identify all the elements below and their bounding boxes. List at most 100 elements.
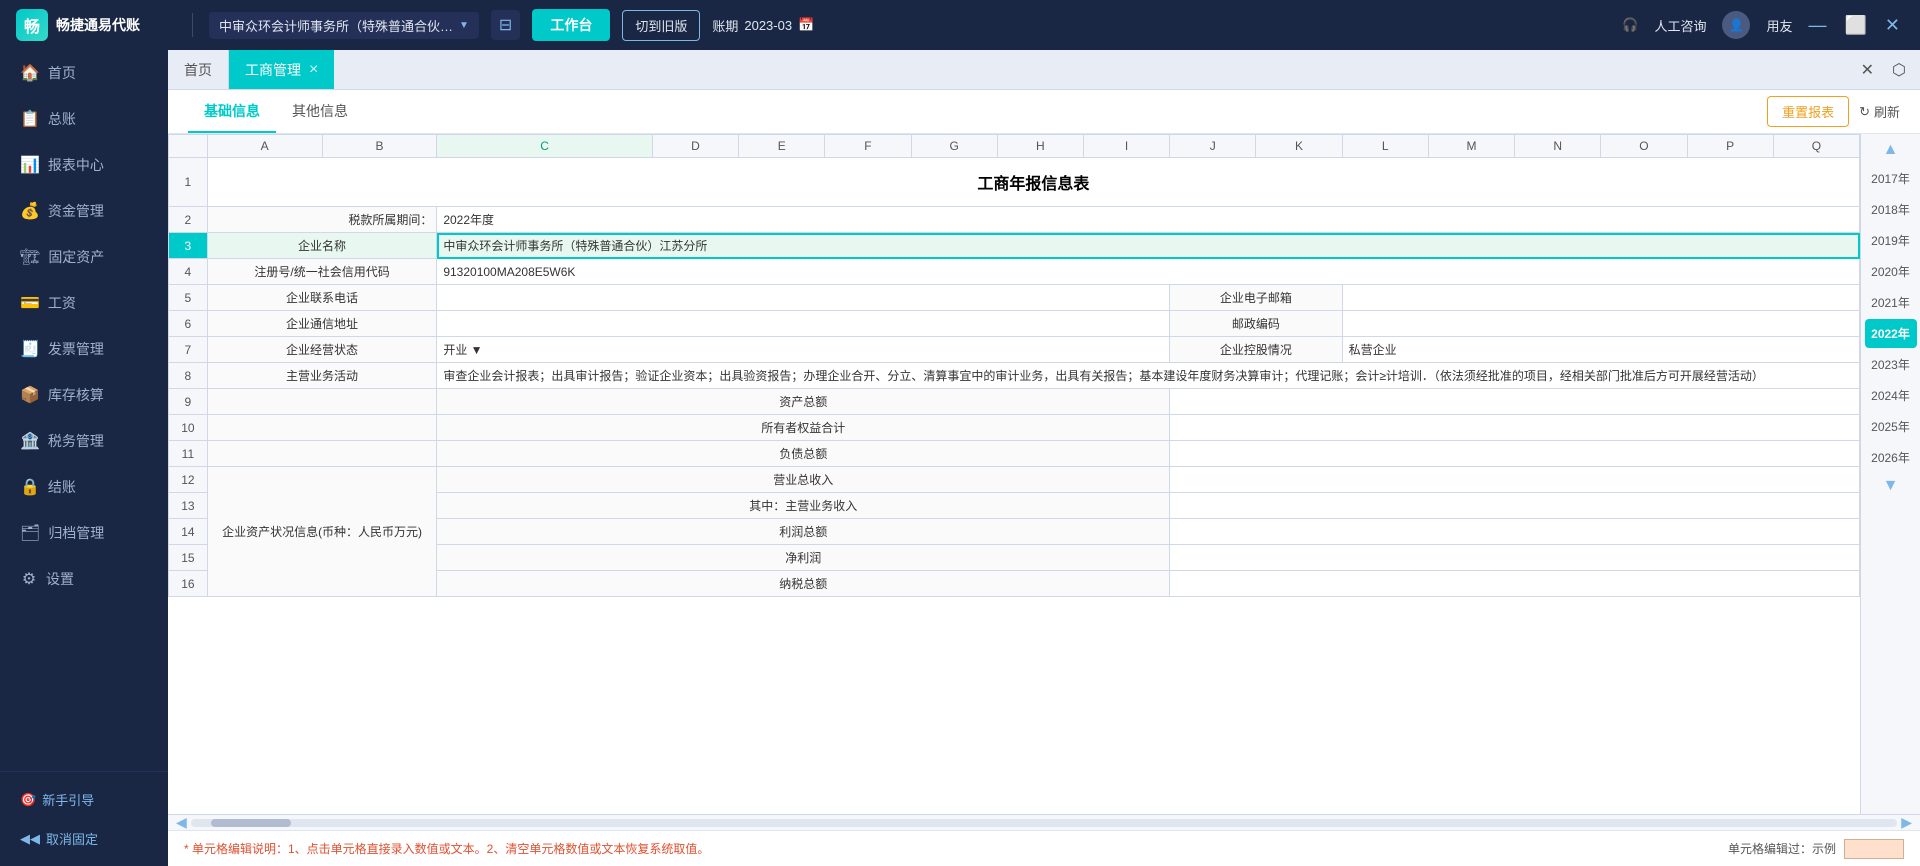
- sidebar-item-wages[interactable]: 💳 工资: [0, 280, 168, 326]
- year-2019[interactable]: 2019年: [1865, 226, 1917, 255]
- col-p[interactable]: P: [1687, 135, 1773, 158]
- row4-value[interactable]: 91320100MA208E5W6K: [437, 259, 1860, 285]
- tab-close-icon[interactable]: ×: [309, 61, 318, 79]
- workbench-button[interactable]: 工作台: [532, 9, 610, 41]
- horizontal-scrollbar[interactable]: ◀ ▶: [168, 814, 1920, 830]
- sidebar-label-tax: 税务管理: [48, 431, 104, 451]
- sidebar-item-tax[interactable]: 🏦 税务管理: [0, 418, 168, 464]
- fixed-icon: 🏗: [20, 247, 40, 267]
- year-2026[interactable]: 2026年: [1865, 443, 1917, 472]
- row13-value[interactable]: [1170, 493, 1860, 519]
- row2-value[interactable]: 2022年度: [437, 207, 1860, 233]
- year-up-icon[interactable]: ▲: [1865, 138, 1917, 162]
- year-2025[interactable]: 2025年: [1865, 412, 1917, 441]
- sidebar-item-settings[interactable]: ⚙ 设置: [0, 556, 168, 602]
- reset-report-button[interactable]: 重置报表: [1767, 96, 1849, 127]
- corner-cell: [169, 135, 208, 158]
- col-q[interactable]: Q: [1773, 135, 1859, 158]
- sidebar-item-inventory[interactable]: 📦 库存核算: [0, 372, 168, 418]
- oldver-button[interactable]: 切到旧版: [622, 10, 700, 41]
- sidebar-item-fixed[interactable]: 🏗 固定资产: [0, 234, 168, 280]
- consult-label[interactable]: 人工咨询: [1654, 16, 1706, 35]
- tab-home[interactable]: 首页: [168, 50, 229, 89]
- row3-value[interactable]: 中审众环会计师事务所（特殊普通合伙）江苏分所: [437, 233, 1860, 259]
- separator: [192, 13, 193, 37]
- sidebar-item-reports[interactable]: 📊 报表中心: [0, 142, 168, 188]
- pane-expand-icon[interactable]: ⬡: [1888, 60, 1910, 80]
- col-d[interactable]: D: [652, 135, 738, 158]
- row6-address[interactable]: [437, 311, 1170, 337]
- year-2024[interactable]: 2024年: [1865, 381, 1917, 410]
- row7-status[interactable]: 开业 ▼: [437, 337, 1170, 363]
- tab-industrial[interactable]: 工商管理 ×: [229, 50, 334, 89]
- row10-sub: 所有者权益合计: [437, 415, 1170, 441]
- year-2017[interactable]: 2017年: [1865, 164, 1917, 193]
- row12-value[interactable]: [1170, 467, 1860, 493]
- col-n[interactable]: N: [1515, 135, 1601, 158]
- pane-close-icon[interactable]: ✕: [1857, 60, 1878, 80]
- scroll-left-icon[interactable]: ◀: [172, 814, 191, 831]
- tab-other-info[interactable]: 其他信息: [276, 91, 364, 133]
- row7-ctrl-value[interactable]: 私营企业: [1342, 337, 1859, 363]
- row5-email-value[interactable]: [1342, 285, 1859, 311]
- row5-phone[interactable]: [437, 285, 1170, 311]
- year-2021[interactable]: 2021年: [1865, 288, 1917, 317]
- user-label: 用友: [1766, 16, 1792, 35]
- maximize-icon[interactable]: ⬜: [1840, 15, 1870, 36]
- year-2023[interactable]: 2023年: [1865, 350, 1917, 379]
- copy-button[interactable]: ⊟: [491, 10, 520, 40]
- row8-value[interactable]: 审查企业会计报表；出具审计报告；验证企业资本；出具验资报告；办理企业合开、分立、…: [437, 363, 1860, 389]
- row16-value[interactable]: [1170, 571, 1860, 597]
- year-2020[interactable]: 2020年: [1865, 257, 1917, 286]
- scroll-thumb[interactable]: [211, 819, 291, 827]
- sidebar-item-fund[interactable]: 💰 资金管理: [0, 188, 168, 234]
- col-i[interactable]: I: [1083, 135, 1169, 158]
- col-j[interactable]: J: [1170, 135, 1256, 158]
- row10-value[interactable]: [1170, 415, 1860, 441]
- tab-basic-info[interactable]: 基础信息: [188, 91, 276, 133]
- sidebar-item-invoice[interactable]: 🧾 发票管理: [0, 326, 168, 372]
- company-selector[interactable]: 中审众环会计师事务所（特殊普通合伙… ▼: [209, 12, 479, 39]
- col-k[interactable]: K: [1256, 135, 1342, 158]
- active-tab-label: 工商管理: [245, 60, 301, 80]
- col-c[interactable]: C: [437, 135, 653, 158]
- col-m[interactable]: M: [1428, 135, 1514, 158]
- row14-value[interactable]: [1170, 519, 1860, 545]
- year-down-icon[interactable]: ▼: [1865, 474, 1917, 498]
- period-area: 账期 2023-03 📅: [712, 16, 814, 35]
- row13-sub: 其中：主营业务收入: [437, 493, 1170, 519]
- calendar-icon[interactable]: 📅: [798, 17, 814, 33]
- logo-text: 畅捷通易代账: [56, 15, 140, 35]
- col-b[interactable]: B: [322, 135, 437, 158]
- minimize-icon[interactable]: —: [1804, 15, 1830, 36]
- row-num-4: 4: [169, 259, 208, 285]
- gear-icon: ⚙: [20, 569, 38, 589]
- row6-zip-value[interactable]: [1342, 311, 1859, 337]
- col-e[interactable]: E: [739, 135, 825, 158]
- spreadsheet-main[interactable]: A B C D E F G H I J K L: [168, 134, 1860, 814]
- close-icon[interactable]: ✕: [1881, 15, 1904, 36]
- sidebar-item-close[interactable]: 🔒 结账: [0, 464, 168, 510]
- col-o[interactable]: O: [1601, 135, 1687, 158]
- scroll-right-icon[interactable]: ▶: [1897, 814, 1916, 831]
- new-guide-item[interactable]: 🎯 新手引导: [0, 780, 168, 819]
- row11-value[interactable]: [1170, 441, 1860, 467]
- scroll-track[interactable]: [191, 819, 1897, 827]
- year-2022[interactable]: 2022年: [1865, 319, 1917, 348]
- row15-value[interactable]: [1170, 545, 1860, 571]
- sidebar-item-home[interactable]: 🏠 首页: [0, 50, 168, 96]
- refresh-label: 刷新: [1874, 102, 1900, 121]
- col-h[interactable]: H: [997, 135, 1083, 158]
- refresh-button[interactable]: ↻ 刷新: [1859, 102, 1900, 121]
- year-2018[interactable]: 2018年: [1865, 195, 1917, 224]
- pin-label: 取消固定: [46, 829, 98, 848]
- row9-value[interactable]: [1170, 389, 1860, 415]
- col-f[interactable]: F: [825, 135, 911, 158]
- col-g[interactable]: G: [911, 135, 997, 158]
- sidebar-item-ledger[interactable]: 📋 总账: [0, 96, 168, 142]
- sidebar-item-archive[interactable]: 🗂 归档管理: [0, 510, 168, 556]
- pin-item[interactable]: ◀◀ 取消固定: [0, 819, 168, 858]
- row15-sub: 净利润: [437, 545, 1170, 571]
- col-l[interactable]: L: [1342, 135, 1428, 158]
- col-a[interactable]: A: [207, 135, 322, 158]
